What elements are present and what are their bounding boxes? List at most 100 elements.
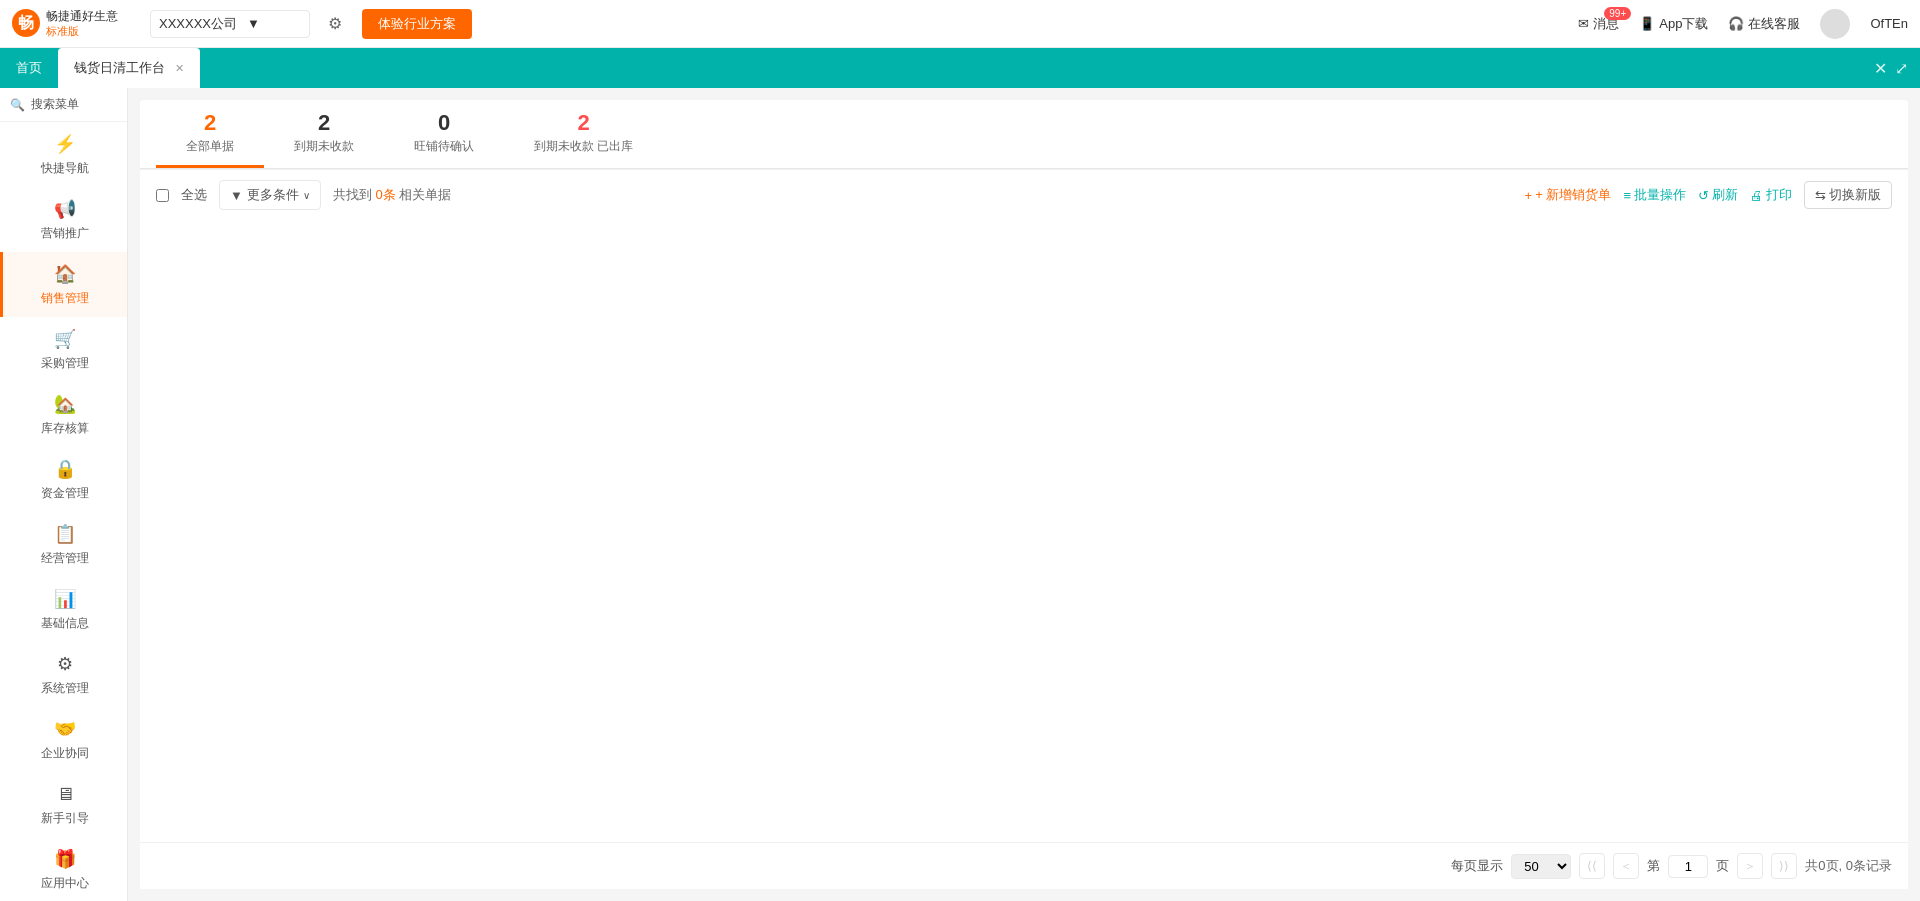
switch-version-button[interactable]: ⇆ 切换新版 xyxy=(1804,181,1892,209)
tab-expand-action[interactable]: ⤢ xyxy=(1895,59,1908,78)
app-download-label: App下载 xyxy=(1659,15,1708,33)
tab-home[interactable]: 首页 xyxy=(0,48,58,88)
settings-button[interactable]: ⚙ xyxy=(320,9,350,39)
refresh-label: 刷新 xyxy=(1712,186,1738,204)
header-right: ✉ 消息 99+ 📱 App下载 🎧 在线客服 OfTEn xyxy=(1578,9,1908,39)
sidebar-search[interactable]: 🔍 搜索菜单 xyxy=(0,88,127,122)
sidebar-label-basic-info: 基础信息 xyxy=(41,615,89,632)
add-label: + 新增销货单 xyxy=(1535,186,1611,204)
avatar[interactable] xyxy=(1820,9,1850,39)
sidebar-item-inventory[interactable]: 🏡 库存核算 xyxy=(0,382,127,447)
stats-tab-all[interactable]: 2 全部单据 xyxy=(156,100,264,168)
sidebar-item-purchase[interactable]: 🛒 采购管理 xyxy=(0,317,127,382)
top-header: 畅 畅捷通好生意 标准版 XXXXXX公司 ▼ ⚙ 体验行业方案 ✉ 消息 99… xyxy=(0,0,1920,48)
sidebar-label-system: 系统管理 xyxy=(41,680,89,697)
print-label: 打印 xyxy=(1766,186,1792,204)
last-page-button[interactable]: ⟩⟩ xyxy=(1771,853,1797,879)
sidebar-item-enterprise[interactable]: 🤝 企业协同 xyxy=(0,707,127,772)
sidebar: 🔍 搜索菜单 ⚡ 快捷导航 📢 营销推广 🏠 销售管理 🛒 采购管理 🏡 库存核… xyxy=(0,88,128,901)
found-count: 0条 xyxy=(376,187,396,202)
add-icon: + xyxy=(1525,188,1533,203)
stats-count-all: 2 xyxy=(204,110,216,136)
search-icon: 🔍 xyxy=(10,98,25,112)
enterprise-icon: 🤝 xyxy=(53,717,77,741)
avatar-name: OfTEn xyxy=(1870,16,1908,31)
logo-icon: 畅 xyxy=(12,9,40,37)
tab-work-station[interactable]: 钱货日清工作台 ✕ xyxy=(58,48,200,88)
stats-label-all: 全部单据 xyxy=(186,138,234,155)
stats-tab-wangpu[interactable]: 0 旺铺待确认 xyxy=(384,100,504,168)
app-download-button[interactable]: 📱 App下载 xyxy=(1639,15,1708,33)
logo-text: 畅捷通好生意 标准版 xyxy=(46,9,118,39)
stats-tab-shipped[interactable]: 2 到期未收款 已出库 xyxy=(504,100,663,168)
sidebar-label-sales: 销售管理 xyxy=(41,290,89,307)
content-area: 2 全部单据 2 到期未收款 0 旺铺待确认 2 到期未收款 已出库 全选 ▼ … xyxy=(128,88,1920,901)
sidebar-item-operation[interactable]: 📋 经营管理 xyxy=(0,512,127,577)
stats-count-wangpu: 0 xyxy=(438,110,450,136)
logo-area: 畅 畅捷通好生意 标准版 xyxy=(12,9,140,39)
sidebar-label-app-center: 应用中心 xyxy=(41,875,89,892)
toolbar-right: + + 新增销货单 ≡ 批量操作 ↺ 刷新 🖨 打印 ⇆ 切换新版 xyxy=(1525,181,1892,209)
online-service-button[interactable]: 🎧 在线客服 xyxy=(1728,15,1800,33)
stats-count-overdue: 2 xyxy=(318,110,330,136)
message-button[interactable]: ✉ 消息 99+ xyxy=(1578,15,1619,33)
first-page-button[interactable]: ⟨⟨ xyxy=(1579,853,1605,879)
sidebar-item-sales[interactable]: 🏠 销售管理 xyxy=(0,252,127,317)
refresh-button[interactable]: ↺ 刷新 xyxy=(1698,186,1738,204)
prev-page-button[interactable]: ＜ xyxy=(1613,853,1639,879)
message-badge: 99+ xyxy=(1604,7,1631,20)
stats-label-overdue: 到期未收款 xyxy=(294,138,354,155)
select-all-label: 全选 xyxy=(181,186,207,204)
tab-close-action[interactable]: ✕ xyxy=(1874,59,1887,78)
message-icon: ✉ xyxy=(1578,16,1589,31)
sidebar-label-purchase: 采购管理 xyxy=(41,355,89,372)
company-name: XXXXXX公司 xyxy=(159,15,237,33)
tab-bar-actions: ✕ ⤢ xyxy=(1874,59,1920,78)
stats-tab-overdue[interactable]: 2 到期未收款 xyxy=(264,100,384,168)
table-area xyxy=(140,220,1908,842)
refresh-icon: ↺ xyxy=(1698,188,1709,203)
trial-button[interactable]: 体验行业方案 xyxy=(362,9,472,39)
pagination: 每页显示 50 20 100 ⟨⟨ ＜ 第 页 ＞ ⟩⟩ 共0页, 0条记录 xyxy=(140,842,1908,889)
sidebar-item-system[interactable]: ⚙ 系统管理 xyxy=(0,642,127,707)
basic-info-icon: 📊 xyxy=(53,587,77,611)
print-button[interactable]: 🖨 打印 xyxy=(1750,186,1792,204)
sidebar-label-enterprise: 企业协同 xyxy=(41,745,89,762)
sidebar-item-guide[interactable]: 🖥 新手引导 xyxy=(0,772,127,837)
stats-tabs: 2 全部单据 2 到期未收款 0 旺铺待确认 2 到期未收款 已出库 xyxy=(140,100,1908,169)
filter-button[interactable]: ▼ 更多条件 ∨ xyxy=(219,180,321,210)
company-selector[interactable]: XXXXXX公司 ▼ xyxy=(150,10,310,38)
sidebar-item-app-center[interactable]: 🎁 应用中心 xyxy=(0,837,127,901)
batch-icon: ≡ xyxy=(1623,188,1631,203)
current-page-input[interactable] xyxy=(1668,855,1708,878)
add-sales-order-button[interactable]: + + 新增销货单 xyxy=(1525,186,1612,204)
page-size-label: 每页显示 xyxy=(1451,857,1503,875)
batch-label: 批量操作 xyxy=(1634,186,1686,204)
tab-close-icon[interactable]: ✕ xyxy=(175,62,184,75)
stats-label-wangpu: 旺铺待确认 xyxy=(414,138,474,155)
sidebar-label-operation: 经营管理 xyxy=(41,550,89,567)
total-info: 共0页, 0条记录 xyxy=(1805,857,1892,875)
page-unit: 页 xyxy=(1716,857,1729,875)
sidebar-label-finance: 资金管理 xyxy=(41,485,89,502)
system-icon: ⚙ xyxy=(53,652,77,676)
next-page-button[interactable]: ＞ xyxy=(1737,853,1763,879)
page-size-select[interactable]: 50 20 100 xyxy=(1511,854,1571,879)
batch-operation-button[interactable]: ≡ 批量操作 xyxy=(1623,186,1686,204)
sidebar-item-marketing[interactable]: 📢 营销推广 xyxy=(0,187,127,252)
found-prefix: 共找到 xyxy=(333,187,372,202)
sales-icon: 🏠 xyxy=(53,262,77,286)
select-all-checkbox[interactable] xyxy=(156,189,169,202)
sidebar-item-basic-info[interactable]: 📊 基础信息 xyxy=(0,577,127,642)
switch-icon: ⇆ xyxy=(1815,188,1826,203)
tab-home-label: 首页 xyxy=(16,59,42,77)
sidebar-item-quick-nav[interactable]: ⚡ 快捷导航 xyxy=(0,122,127,187)
purchase-icon: 🛒 xyxy=(53,327,77,351)
print-icon: 🖨 xyxy=(1750,188,1763,203)
toolbar: 全选 ▼ 更多条件 ∨ 共找到 0条 相关单据 + + 新增销货单 ≡ 批量操作 xyxy=(140,169,1908,220)
tab-work-station-label: 钱货日清工作台 xyxy=(74,59,165,77)
sidebar-item-finance[interactable]: 🔒 资金管理 xyxy=(0,447,127,512)
tab-bar: 首页 钱货日清工作台 ✕ ✕ ⤢ xyxy=(0,48,1920,88)
main-layout: 🔍 搜索菜单 ⚡ 快捷导航 📢 营销推广 🏠 销售管理 🛒 采购管理 🏡 库存核… xyxy=(0,88,1920,901)
sidebar-label-guide: 新手引导 xyxy=(41,810,89,827)
